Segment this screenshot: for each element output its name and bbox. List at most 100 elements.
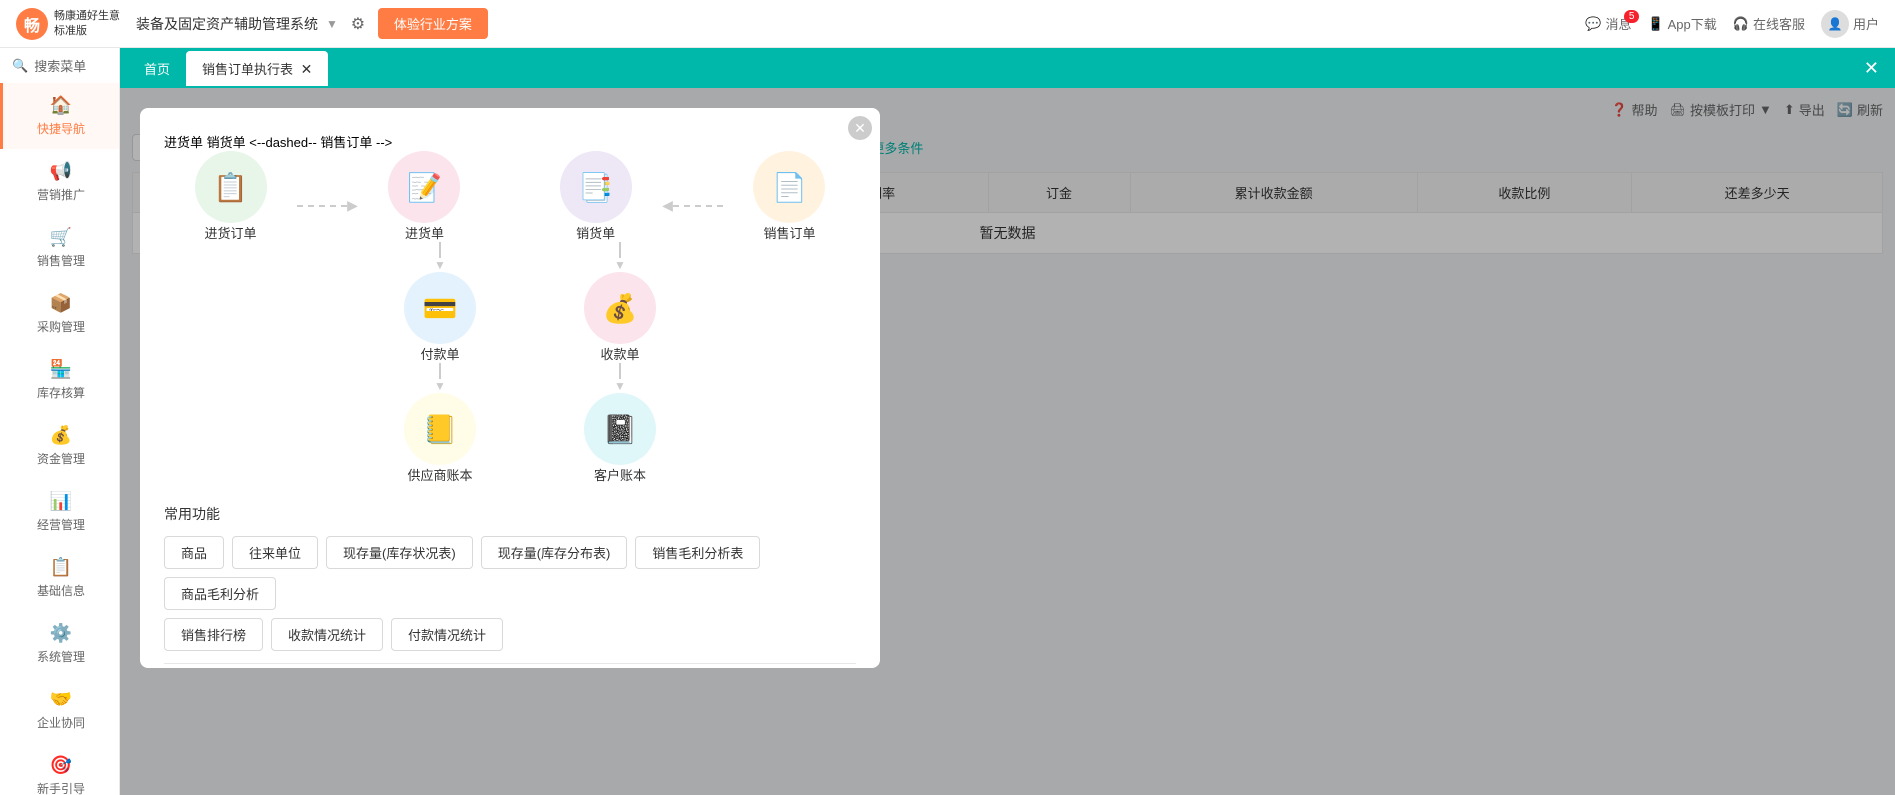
search-menu-button[interactable]: 🔍 搜索菜单	[0, 48, 119, 83]
sidebar-label-finance: 资金管理	[37, 450, 85, 467]
marketing-icon: 📢	[50, 161, 72, 182]
flow-node-customer-ledger[interactable]: 📓 客户账本	[550, 393, 690, 484]
sales-order-circle: 📄	[753, 151, 825, 223]
avatar-circle: 👤	[1821, 10, 1849, 38]
sidebar-item-basic-info[interactable]: 📋 基础信息	[0, 545, 119, 611]
purchase-order-label: 进货订单	[205, 223, 257, 242]
page-content: ❓ 帮助 🖨 按模板打印 ▼ ⬆ 导出 🔄 刷新	[120, 88, 1895, 795]
func-btn-stock-dist[interactable]: 现存量(库存分布表)	[481, 536, 628, 569]
purchase-bill-icon: 📝	[407, 171, 442, 204]
flow-node-purchase-bill[interactable]: 📝 进货单	[358, 151, 491, 242]
sidebar-item-sales[interactable]: 🛒 销售管理	[0, 215, 119, 281]
customer-ledger-label: 客户账本	[594, 465, 646, 484]
supplier-ledger-label: 供应商账本	[407, 465, 472, 484]
sidebar-label-newbie: 新手引导	[37, 780, 85, 795]
down-arrow-purchase-bill: ▼	[370, 242, 510, 272]
down-arrow-receipt: ▼	[550, 363, 690, 393]
supplier-ledger-circle: 📒	[404, 393, 476, 465]
purchase-order-icon: 📋	[213, 171, 248, 204]
home-icon: 🏠	[50, 95, 72, 116]
sidebar: 🔍 搜索菜单 🏠 快捷导航 📢 营销推广 🛒 销售管理 📦 采购管理 🏪 库存核…	[0, 48, 120, 795]
flow-node-receipt[interactable]: 💰 收款单	[550, 272, 690, 363]
tab-sales-exec-label: 销售订单执行表	[202, 62, 293, 77]
sales-order-icon: 📄	[772, 171, 807, 204]
func-btn-payment-stat[interactable]: 付款情况统计	[391, 618, 503, 651]
trial-button[interactable]: 体验行业方案	[378, 8, 488, 39]
func-buttons-row1: 商品 往来单位 现存量(库存状况表) 现存量(库存分布表) 销售毛利分析表 商品…	[164, 536, 856, 610]
system-title: 装备及固定资产辅助管理系统 ▼ ⚙ 体验行业方案	[136, 8, 1585, 39]
sidebar-item-quick-nav[interactable]: 🏠 快捷导航	[0, 83, 119, 149]
receipt-circle: 💰	[584, 272, 656, 344]
modal-close-button[interactable]: ✕	[848, 116, 872, 140]
sidebar-item-finance[interactable]: 💰 资金管理	[0, 413, 119, 479]
online-service-button[interactable]: 🎧 在线客服	[1733, 14, 1805, 33]
flow-node-purchase-order[interactable]: 📋 进货订单	[164, 151, 297, 242]
sidebar-label-system: 系统管理	[37, 648, 85, 665]
func-btn-sales-rank[interactable]: 销售排行榜	[164, 618, 263, 651]
sales-bill-icon: 📑	[578, 171, 613, 204]
handshake-icon: 🤝	[50, 689, 72, 710]
message-badge: 5	[1624, 10, 1640, 23]
modal-overlay[interactable]: ✕ 进货单 销货单 <--dashed-- 销售订单 --> 📋 进货订单	[120, 88, 1895, 795]
sidebar-item-system[interactable]: ⚙️ 系统管理	[0, 611, 119, 677]
sidebar-item-enterprise[interactable]: 🤝 企业协同	[0, 677, 119, 743]
flow-node-supplier-ledger[interactable]: 📒 供应商账本	[370, 393, 510, 484]
phone-icon: 📱	[1647, 16, 1663, 32]
top-right-actions: 💬 消息 5 📱 App下载 🎧 在线客服 👤 用户	[1585, 10, 1879, 38]
sidebar-item-inventory[interactable]: 🏪 库存核算	[0, 347, 119, 413]
guide-icon: 🎯	[50, 755, 72, 776]
sidebar-item-operations[interactable]: 📊 经营管理	[0, 479, 119, 545]
customer-ledger-circle: 📓	[584, 393, 656, 465]
func-btn-product-profit[interactable]: 商品毛利分析	[164, 577, 276, 610]
system-dropdown-arrow[interactable]: ▼	[326, 17, 338, 31]
sales-order-label: 销售订单	[763, 223, 815, 242]
system-title-text: 装备及固定资产辅助管理系统	[136, 14, 318, 34]
tab-close-icon[interactable]: ✕	[301, 61, 313, 77]
arrow-sales-order-to-bill: ◀	[662, 197, 723, 242]
app-download-button[interactable]: 📱 App下载	[1647, 14, 1716, 33]
message-icon: 💬	[1585, 16, 1601, 32]
func-btn-receipt-stat[interactable]: 收款情况统计	[271, 618, 383, 651]
receipt-label: 收款单	[600, 344, 639, 363]
sidebar-label-marketing: 营销推广	[37, 186, 85, 203]
receipt-icon: 💰	[603, 292, 638, 325]
func-btn-sales-profit[interactable]: 销售毛利分析表	[635, 536, 760, 569]
online-service-label: 在线客服	[1753, 14, 1805, 33]
purchase-bill-circle: 📝	[388, 151, 460, 223]
sidebar-label-sales: 销售管理	[37, 252, 85, 269]
box-icon: 📦	[50, 293, 72, 314]
tab-sales-exec[interactable]: 销售订单执行表 ✕	[186, 51, 328, 86]
tab-bar: 首页 销售订单执行表 ✕ ✕	[120, 48, 1895, 88]
func-btn-product[interactable]: 商品	[164, 536, 224, 569]
purchase-order-circle: 📋	[195, 151, 267, 223]
sidebar-item-newbie[interactable]: 🎯 新手引导	[0, 743, 119, 795]
logo-icon: 畅	[16, 8, 48, 40]
cart-icon: 🛒	[50, 227, 72, 248]
flow-node-payment[interactable]: 💳 付款单	[370, 272, 510, 363]
arrow-purchase-to-bill: ▶	[297, 197, 358, 242]
window-close-icon[interactable]: ✕	[1864, 58, 1879, 79]
search-menu-label: 搜索菜单	[34, 56, 86, 75]
func-btn-counterpart[interactable]: 往来单位	[232, 536, 318, 569]
modal-box: ✕ 进货单 销货单 <--dashed-- 销售订单 --> 📋 进货订单	[140, 108, 880, 668]
top-bar: 畅 畅康通好生意 标准版 装备及固定资产辅助管理系统 ▼ ⚙ 体验行业方案 💬 …	[0, 0, 1895, 48]
supplier-ledger-icon: 📒	[423, 413, 458, 446]
logo-text: 畅康通好生意 标准版	[54, 9, 120, 38]
flow-node-sales-order[interactable]: 📄 销售订单	[723, 151, 856, 242]
tab-home[interactable]: 首页	[128, 51, 186, 86]
store-icon: 🏪	[50, 359, 72, 380]
settings-icon[interactable]: ⚙	[346, 12, 370, 36]
message-button[interactable]: 💬 消息 5	[1585, 14, 1631, 33]
sales-bill-circle: 📑	[560, 151, 632, 223]
user-avatar[interactable]: 👤 用户	[1821, 10, 1879, 38]
common-func-title: 常用功能	[164, 504, 856, 524]
func-buttons-row2: 销售排行榜 收款情况统计 付款情况统计	[164, 618, 856, 651]
sidebar-item-purchase[interactable]: 📦 采购管理	[0, 281, 119, 347]
func-btn-stock-status[interactable]: 现存量(库存状况表)	[326, 536, 473, 569]
payment-circle: 💳	[404, 272, 476, 344]
flow-node-sales-bill[interactable]: 📑 销货单	[529, 151, 662, 242]
gear-icon: ⚙️	[50, 623, 72, 644]
customer-ledger-icon: 📓	[603, 413, 638, 446]
sidebar-item-marketing[interactable]: 📢 营销推广	[0, 149, 119, 215]
modal-scrollbar[interactable]: ▶	[164, 663, 856, 668]
